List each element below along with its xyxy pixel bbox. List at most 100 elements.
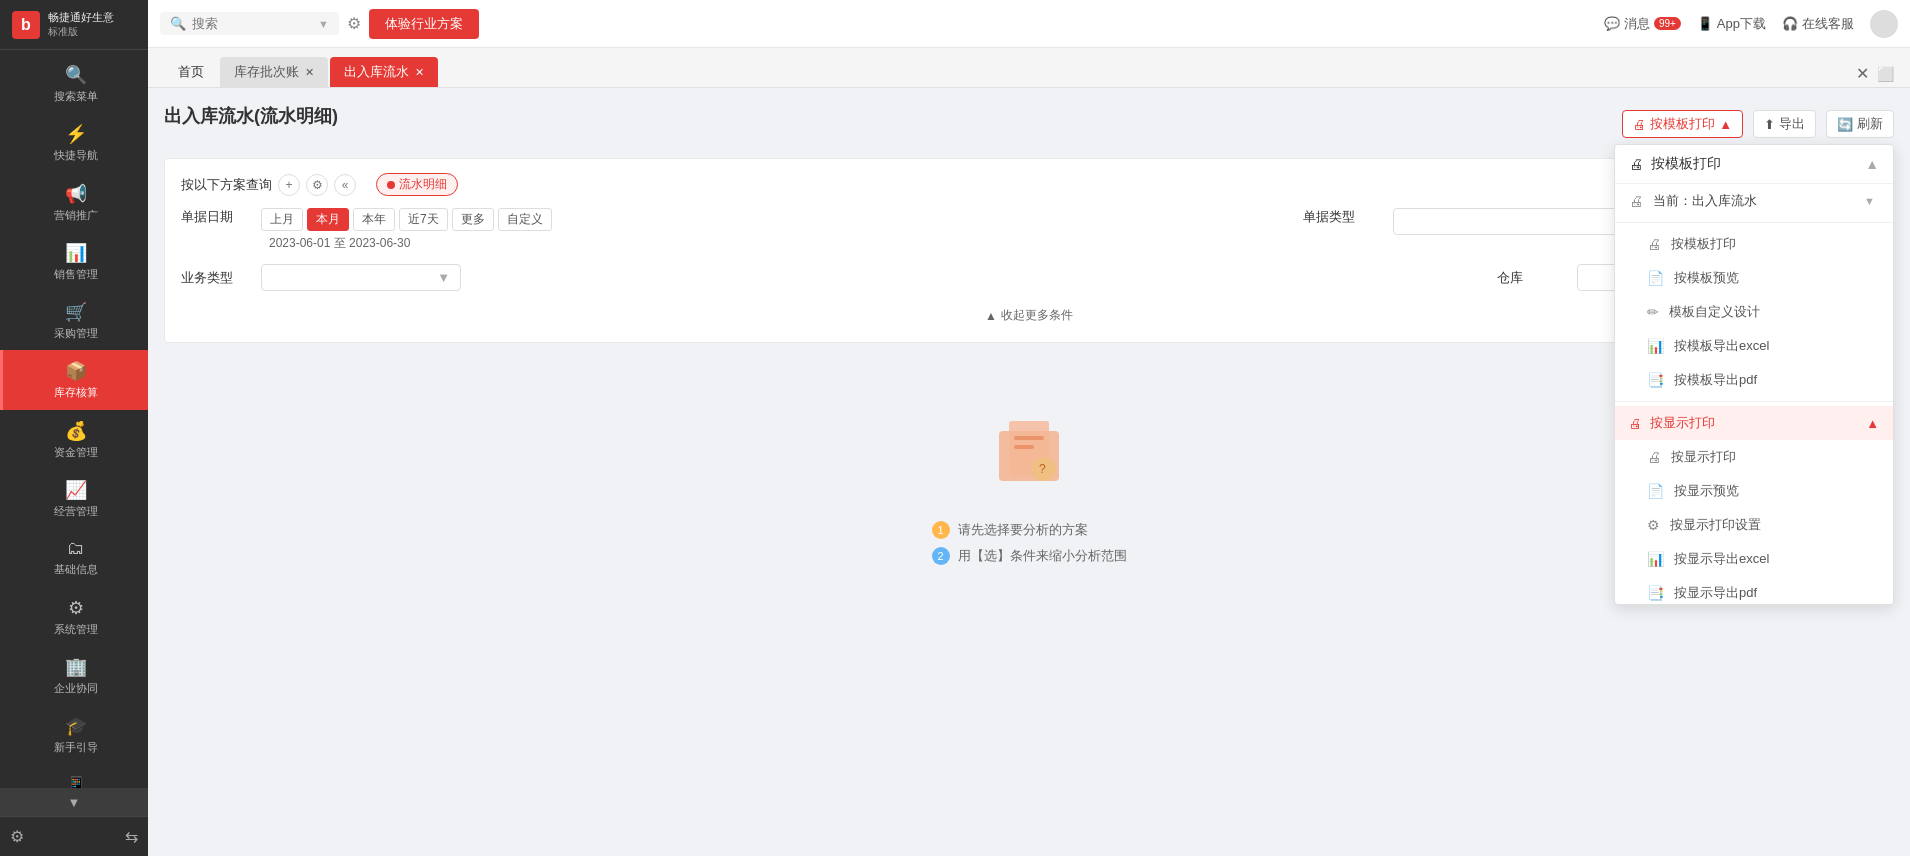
sidebar-item-marketing[interactable]: 📢 营销推广: [0, 173, 148, 232]
refresh-btn[interactable]: 🔄 刷新: [1826, 110, 1894, 138]
sidebar-item-search[interactable]: 🔍 搜索菜单: [0, 54, 148, 113]
sidebar-item-operations[interactable]: 📈 经营管理: [0, 469, 148, 528]
tab-flow-close[interactable]: ✕: [415, 66, 424, 79]
dropdown-template-pdf[interactable]: 📑 按模板导出pdf: [1615, 363, 1893, 397]
template-print-icon: 🖨: [1647, 236, 1661, 252]
date-btn-custom[interactable]: 自定义: [498, 208, 552, 231]
inventory-icon: 📦: [65, 360, 87, 382]
sidebar-item-guide[interactable]: 🎓 新手引导: [0, 705, 148, 764]
tab-batch[interactable]: 库存批次账 ✕: [220, 57, 328, 87]
current-label: 当前：出入库流水: [1653, 192, 1854, 210]
settings-icon[interactable]: ⚙: [10, 827, 24, 846]
page-title: 出入库流水(流水明细): [164, 104, 338, 128]
collapse-sidebar-icon[interactable]: ⇆: [125, 827, 138, 846]
search-dropdown-icon[interactable]: ▼: [318, 18, 329, 30]
display-section-toggle[interactable]: 🖨 按显示打印 ▲: [1615, 406, 1893, 440]
sidebar-item-sales[interactable]: 📊 销售管理: [0, 232, 148, 291]
search-icon: 🔍: [170, 16, 186, 31]
export-label: 导出: [1779, 115, 1805, 133]
date-btn-this-month[interactable]: 本月: [307, 208, 349, 231]
app-download-button[interactable]: 📱 App下载: [1697, 15, 1766, 33]
filter-collapse-btn[interactable]: «: [334, 174, 356, 196]
dropdown-display-print[interactable]: 🖨 按显示打印: [1615, 440, 1893, 474]
operations-icon: 📈: [65, 479, 87, 501]
print-template-btn[interactable]: 🖨 按模板打印 ▲: [1622, 110, 1743, 138]
marketing-icon: 📢: [65, 183, 87, 205]
sidebar-item-finance[interactable]: 💰 资金管理: [0, 410, 148, 469]
dropdown-template-preview[interactable]: 📄 按模板预览: [1615, 261, 1893, 295]
current-arrow: ▼: [1864, 195, 1875, 207]
svg-rect-2: [1014, 436, 1044, 440]
refresh-icon: 🔄: [1837, 117, 1853, 132]
divider-1: [1615, 222, 1893, 223]
date-btn-last-month[interactable]: 上月: [261, 208, 303, 231]
tab-flow-label: 出入库流水: [344, 63, 409, 81]
sidebar-item-apps[interactable]: 📱 应用中心: [0, 765, 148, 788]
tab-flow[interactable]: 出入库流水 ✕: [330, 57, 438, 87]
sidebar-scroll-down[interactable]: ▼: [0, 788, 148, 816]
sidebar-bottom: ⚙ ⇆: [0, 816, 148, 856]
customer-service-button[interactable]: 🎧 在线客服: [1782, 15, 1854, 33]
sidebar-item-label: 营销推广: [54, 208, 98, 222]
dropdown-template-excel[interactable]: 📊 按模板导出excel: [1615, 329, 1893, 363]
dropdown-close-btn[interactable]: ▲: [1865, 156, 1879, 172]
search-input[interactable]: [192, 16, 312, 31]
sidebar-item-enterprise[interactable]: 🏢 企业协同: [0, 646, 148, 705]
dropdown-template-print[interactable]: 🖨 按模板打印: [1615, 227, 1893, 261]
dropdown-display-settings[interactable]: ⚙ 按显示打印设置: [1615, 508, 1893, 542]
date-btn-7days[interactable]: 近7天: [399, 208, 448, 231]
customer-service-label: 在线客服: [1802, 15, 1854, 33]
enterprise-icon: 🏢: [65, 656, 87, 678]
export-btn[interactable]: ⬆ 导出: [1753, 110, 1816, 138]
display-section-chevron[interactable]: ▲: [1866, 416, 1879, 431]
sidebar-item-system[interactable]: ⚙ 系统管理: [0, 587, 148, 646]
dropdown-display-pdf[interactable]: 📑 按显示导出pdf: [1615, 576, 1893, 604]
message-label: 消息: [1624, 15, 1650, 33]
sidebar-item-inventory[interactable]: 📦 库存核算: [0, 350, 148, 409]
template-pdf-icon: 📑: [1647, 372, 1664, 388]
tab-close-all-icon[interactable]: ✕: [1856, 64, 1869, 83]
system-icon: ⚙: [68, 597, 84, 619]
filter-settings-btn[interactable]: ⚙: [306, 174, 328, 196]
date-btn-more[interactable]: 更多: [452, 208, 494, 231]
sidebar-item-quick-nav[interactable]: ⚡ 快捷导航: [0, 113, 148, 172]
current-icon: 🖨: [1629, 193, 1643, 209]
messages-button[interactable]: 💬 消息 99+: [1604, 15, 1681, 33]
sidebar-item-label: 库存核算: [54, 385, 98, 399]
sidebar-item-basic[interactable]: 🗂 基础信息: [0, 528, 148, 586]
display-print-icon: 🖨: [1647, 449, 1661, 465]
dropdown-header-label: 按模板打印: [1651, 155, 1721, 173]
header-left: 🔍 ▼ ⚙ 体验行业方案: [160, 9, 1604, 39]
dropdown-display-preview[interactable]: 📄 按显示预览: [1615, 474, 1893, 508]
header-search-box[interactable]: 🔍 ▼: [160, 12, 339, 35]
tab-maximize-icon[interactable]: ⬜: [1877, 66, 1894, 82]
biz-select[interactable]: ▼: [261, 264, 461, 291]
display-print-label: 按显示打印: [1671, 448, 1875, 466]
sidebar-item-label: 搜索菜单: [54, 89, 98, 103]
display-settings-icon: ⚙: [1647, 517, 1660, 533]
dropdown-display-excel[interactable]: 📊 按显示导出excel: [1615, 542, 1893, 576]
filter-tag[interactable]: 流水明细: [376, 173, 458, 196]
quick-nav-icon: ⚡: [65, 123, 87, 145]
filter-tag-dot: [387, 181, 395, 189]
headset-icon: 🎧: [1782, 16, 1798, 31]
message-badge: 99+: [1654, 17, 1681, 30]
add-filter-btn[interactable]: +: [278, 174, 300, 196]
dropdown-template-custom[interactable]: ✏ 模板自定义设计: [1615, 295, 1893, 329]
chevron-up-icon[interactable]: ▲: [1719, 117, 1732, 132]
sidebar-item-label: 销售管理: [54, 267, 98, 281]
user-avatar[interactable]: [1870, 10, 1898, 38]
sidebar-item-label: 新手引导: [54, 740, 98, 754]
tab-batch-close[interactable]: ✕: [305, 66, 314, 79]
svg-rect-3: [1014, 445, 1034, 449]
display-settings-label: 按显示打印设置: [1670, 516, 1875, 534]
sidebar-item-purchase[interactable]: 🛒 采购管理: [0, 291, 148, 350]
date-btn-this-year[interactable]: 本年: [353, 208, 395, 231]
app-download-label: App下载: [1717, 15, 1766, 33]
tab-home[interactable]: 首页: [164, 57, 218, 87]
collapse-more-btn[interactable]: ▲ 收起更多条件: [985, 303, 1073, 328]
settings-gear-icon[interactable]: ⚙: [347, 14, 361, 33]
template-preview-label: 按模板预览: [1674, 269, 1875, 287]
trial-btn[interactable]: 体验行业方案: [369, 9, 479, 39]
dropdown-current-item[interactable]: 🖨 当前：出入库流水 ▼: [1615, 184, 1893, 218]
